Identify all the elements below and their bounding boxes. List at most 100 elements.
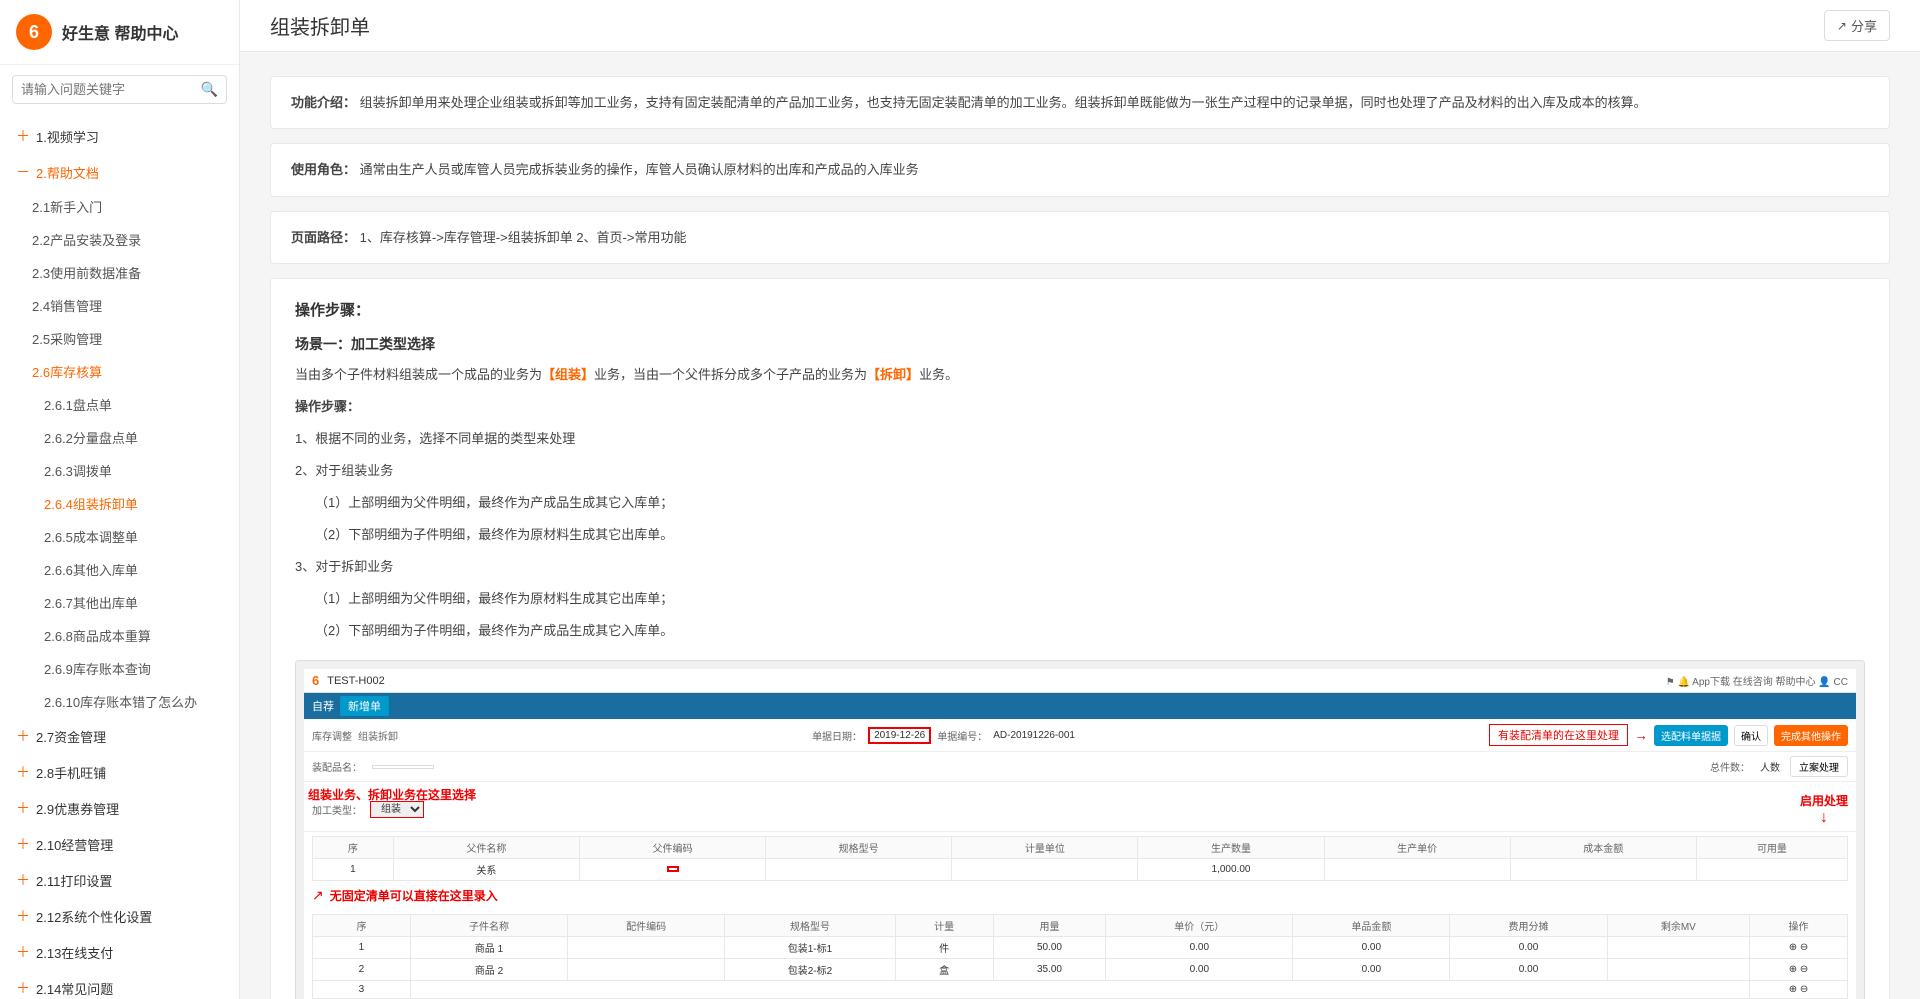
col-seq: 序: [313, 837, 394, 859]
sidebar-item-inventory-label: 2.6库存核算: [32, 365, 102, 380]
sidebar-item-assembly[interactable]: 2.6.4组装拆卸单: [0, 487, 239, 520]
step3-2: （2）下部明细为子件明细，最终作为产成品生成其它入库单。: [295, 618, 1865, 644]
share-button[interactable]: ↗ 分享: [1824, 10, 1890, 41]
mock-bom-label: 装配品名：: [312, 759, 362, 774]
search-box[interactable]: 🔍: [12, 75, 227, 104]
sub-cell-name1: 商品 1: [410, 937, 567, 959]
app-logo: 6: [16, 14, 52, 50]
search-input[interactable]: [21, 82, 201, 97]
mock-form-toolbar: 库存调整 组装拆卸 单据日期： 2019-12-26 单据编号： AD-2019…: [304, 719, 1856, 752]
mock-btn-other-ops[interactable]: 完成其他操作: [1774, 725, 1848, 746]
col-price: 生产单价: [1324, 837, 1510, 859]
annotation4: 无固定清单可以直接在这里录入: [330, 887, 498, 904]
mock-btn-start[interactable]: 立案处理: [1790, 756, 1848, 777]
sidebar-item-finance[interactable]: ＋ 2.7资金管理: [0, 718, 239, 754]
sub-cell-ops3: ⊕ ⊖: [1750, 981, 1848, 999]
sidebar-item-cost-recalc[interactable]: 2.6.8商品成本重算: [0, 619, 239, 652]
sidebar-item-coupon[interactable]: ＋ 2.9优惠券管理: [0, 790, 239, 826]
annotation3: 启用处理: [1800, 792, 1848, 809]
sidebar-item-transfer[interactable]: 2.6.3调拨单: [0, 454, 239, 487]
sidebar-item-faq[interactable]: ＋ 2.14常见问题: [0, 970, 239, 999]
sidebar-item-inventory[interactable]: 2.6库存核算: [0, 355, 239, 388]
sub-col-price: 单价（元）: [1106, 915, 1293, 937]
sub-cell-sub1: 0.00: [1293, 937, 1450, 959]
search-icon[interactable]: 🔍: [201, 81, 218, 98]
sidebar-item-stocktake[interactable]: 2.6.1盘点单: [0, 388, 239, 421]
sub-cell-empty3: [410, 981, 1749, 999]
sub-cell-price1: 0.00: [1106, 937, 1293, 959]
sub-cell-1: 1: [313, 937, 411, 959]
mock-date-val: 2019-12-26: [868, 727, 931, 744]
role-text: 通常由生产人员或库管人员完成拆装业务的操作，库管人员确认原材料的出库和产成品的入…: [360, 162, 919, 177]
role-label: 使用角色：: [291, 162, 356, 177]
mock-btn-select-bom[interactable]: 选配料单据据: [1654, 725, 1728, 746]
mock-btn-confirm[interactable]: 确认: [1734, 725, 1768, 746]
sidebar-item-mobile[interactable]: ＋ 2.8手机旺铺: [0, 754, 239, 790]
cell-seq: 1: [313, 859, 394, 881]
screenshot-mock: 6 TEST-H002 ⚑ 🔔 App下载 在线咨询 帮助中心 👤 CC 自荐 …: [296, 661, 1864, 999]
mock-qty-val: 人数: [1760, 759, 1780, 774]
sub-cell-sub2: 0.00: [1293, 959, 1450, 981]
sub-cell-spec2: 包装2-标2: [725, 959, 895, 981]
sidebar-item-print[interactable]: ＋ 2.11打印设置: [0, 862, 239, 898]
expand-icon: ＋: [16, 906, 30, 926]
content-area: 功能介绍： 组装拆卸单用来处理企业组装或拆卸等加工业务，支持有固定装配清单的产品…: [240, 52, 1920, 999]
cell-prod-cost: [1510, 859, 1696, 881]
sub-cell-mv1: [1607, 937, 1749, 959]
sidebar-item-other-out[interactable]: 2.6.7其他出库单: [0, 586, 239, 619]
sidebar-item-partial-stocktake[interactable]: 2.6.2分量盘点单: [0, 421, 239, 454]
sidebar-item-install[interactable]: 2.2产品安装及登录: [0, 223, 239, 256]
sub-col-subtotal: 单品金额: [1293, 915, 1450, 937]
expand-icon: ＋: [16, 798, 30, 818]
step2-1: （1）上部明细为父件明细，最终作为产成品生成其它入库单；: [295, 490, 1865, 516]
sidebar-item-inv-error[interactable]: 2.6.10库存账本错了怎么办: [0, 685, 239, 718]
sub-cell-code1: [568, 937, 725, 959]
sub-cell-name2: 商品 2: [410, 959, 567, 981]
mock-sub-table-container: 序 子件名称 配件编码 规格型号 计量 用量 单价（元） 单品金额 费用分摊: [304, 910, 1856, 999]
mock-sys-id: TEST-H002: [327, 675, 384, 687]
sidebar-item-cost-adjust[interactable]: 2.6.5成本调整单: [0, 520, 239, 553]
sidebar-item-payment[interactable]: ＋ 2.13在线支付: [0, 934, 239, 970]
func-text: 组装拆卸单用来处理企业组装或拆卸等加工业务，支持有固定装配清单的产品加工业务，也…: [360, 95, 1647, 110]
sidebar-item-video[interactable]: ＋ 1.视频学习: [0, 118, 239, 154]
col-avail: 可用量: [1696, 837, 1847, 859]
annotation4-container: ↗ 无固定清单可以直接在这里录入: [304, 885, 1856, 910]
sub-col-seq: 序: [313, 915, 411, 937]
col-unit: 计量单位: [952, 837, 1138, 859]
sub-cell-price2: 0.00: [1106, 959, 1293, 981]
sub-cell-2: 2: [313, 959, 411, 981]
mock-process-label: 加工类型：: [312, 802, 362, 817]
sidebar-item-purchase[interactable]: 2.5采购管理: [0, 322, 239, 355]
expand-icon: ＋: [16, 870, 30, 890]
sub-cell-unit1: 件: [895, 937, 993, 959]
sidebar-item-beginner[interactable]: 2.1新手入门: [0, 190, 239, 223]
expand-icon: ＋: [16, 762, 30, 782]
cell-code: [579, 859, 765, 881]
sub-col-alloc: 费用分摊: [1450, 915, 1607, 937]
sidebar-item-dataprep[interactable]: 2.3使用前数据准备: [0, 256, 239, 289]
mock-process-row: 加工类型： 组装 拆卸 启用处理 ↓: [304, 782, 1856, 832]
sidebar-item-inv-ledger[interactable]: 2.6.9库存账本查询: [0, 652, 239, 685]
mock-tab-new: 新增单: [340, 696, 389, 716]
sidebar-item-docs[interactable]: － 2.帮助文档: [0, 154, 239, 190]
sub-cell-unit2: 盒: [895, 959, 993, 981]
sub-cell-alloc1: 0.00: [1450, 937, 1607, 959]
intro-path-block: 页面路径： 1、库存核算->库存管理->组装拆卸单 2、首页->常用功能: [270, 211, 1890, 264]
sidebar-item-system[interactable]: ＋ 2.12系统个性化设置: [0, 898, 239, 934]
sidebar-item-other-in[interactable]: 2.6.6其他入库单: [0, 553, 239, 586]
arrow-right-icon: →: [1634, 727, 1648, 743]
mock-nav-row: 自荐 新增单: [304, 693, 1856, 719]
sidebar-header: 6 好生意 帮助中心: [0, 0, 239, 65]
mock-app-icon: 6: [312, 673, 319, 688]
col-qty: 生产数量: [1138, 837, 1324, 859]
cell-prod-price: [1324, 859, 1510, 881]
ops-title: 操作步骤：: [295, 299, 1865, 320]
sidebar-item-manage[interactable]: ＋ 2.10经营管理: [0, 826, 239, 862]
step2-2: （2）下部明细为子件明细，最终作为原材料生成其它出库单。: [295, 522, 1865, 548]
annotation1: 有装配清单的在这里处理: [1489, 724, 1628, 746]
mock-process-select[interactable]: 组装 拆卸: [370, 801, 424, 818]
sidebar-item-sales[interactable]: 2.4销售管理: [0, 289, 239, 322]
col-parent-code: 父件编码: [579, 837, 765, 859]
annotation2: 组装业务、拆卸业务在这里选择: [308, 788, 476, 802]
sub-col-ops: 操作: [1750, 915, 1848, 937]
